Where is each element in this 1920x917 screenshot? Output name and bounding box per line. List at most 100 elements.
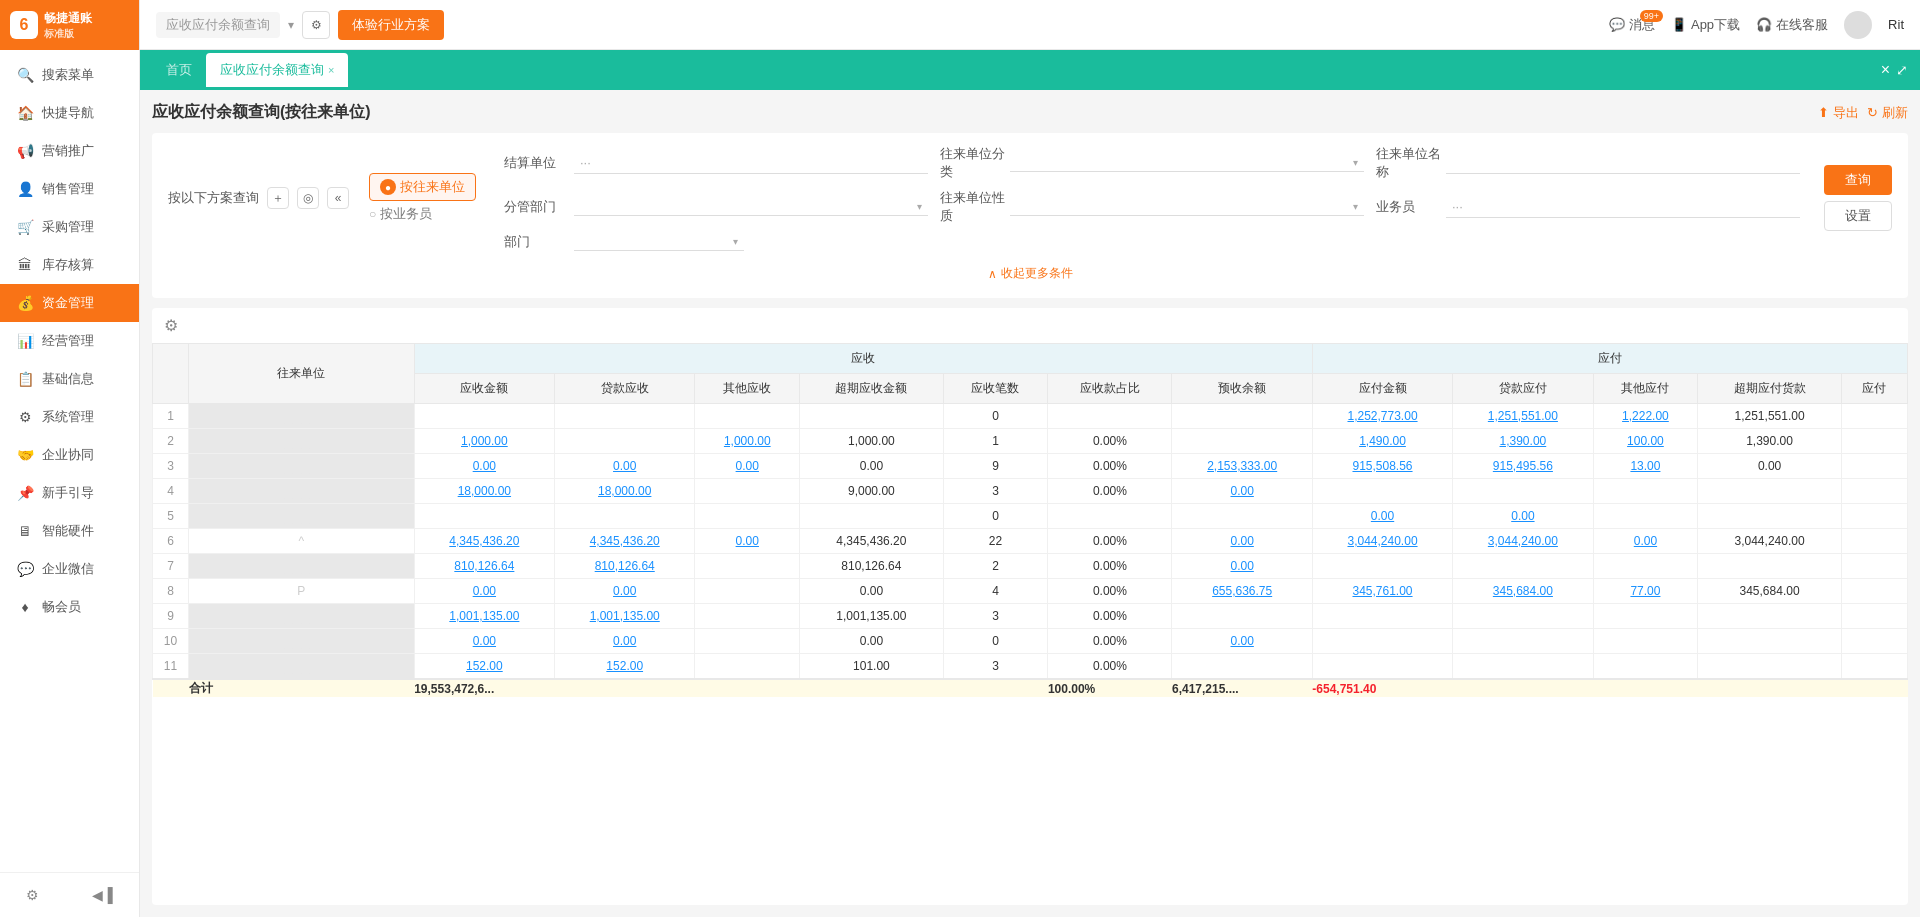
table-cell[interactable]: 655,636.75 — [1172, 579, 1312, 604]
table-cell[interactable]: 1,001,135.00 — [800, 604, 943, 629]
table-cell[interactable]: 3 — [943, 654, 1048, 680]
salesman-input[interactable]: ··· — [1446, 196, 1800, 218]
table-cell[interactable] — [414, 504, 554, 529]
table-cell[interactable]: 1 — [943, 429, 1048, 454]
table-cell[interactable]: 0.00 — [1593, 529, 1698, 554]
table-cell[interactable] — [1841, 629, 1907, 654]
table-cell[interactable]: 4,345,436.20 — [414, 529, 554, 554]
topbar-gear-btn[interactable]: ⚙ — [302, 11, 330, 39]
table-cell[interactable]: 0.00 — [1312, 504, 1452, 529]
tab-close-ar-ap[interactable]: × — [328, 64, 334, 76]
table-cell[interactable]: 0.00 — [695, 454, 800, 479]
tab-ar-ap[interactable]: 应收应付余额查询× — [206, 53, 348, 87]
sidebar-item-purchase[interactable]: 🛒采购管理 — [0, 208, 139, 246]
table-cell[interactable]: 0.00% — [1048, 629, 1172, 654]
filter-by-partner[interactable]: ● 按往来单位 — [369, 173, 476, 201]
table-cell[interactable]: 0.00% — [1048, 554, 1172, 579]
table-cell[interactable]: 3,044,240.00 — [1698, 529, 1841, 554]
table-cell[interactable]: 1,001,135.00 — [555, 604, 695, 629]
table-cell[interactable]: 2 — [943, 554, 1048, 579]
table-cell[interactable] — [1172, 504, 1312, 529]
table-cell[interactable]: 3,044,240.00 — [1453, 529, 1593, 554]
sidebar-item-basic[interactable]: 📋基础信息 — [0, 360, 139, 398]
table-cell[interactable]: 810,126.64 — [555, 554, 695, 579]
table-cell[interactable] — [695, 579, 800, 604]
table-cell[interactable]: 0 — [943, 404, 1048, 429]
table-cell[interactable] — [1698, 479, 1841, 504]
table-cell[interactable] — [1841, 504, 1907, 529]
table-cell[interactable] — [1593, 604, 1698, 629]
settle-input[interactable]: ··· — [574, 152, 928, 174]
solution-button[interactable]: 体验行业方案 — [338, 10, 444, 40]
table-cell[interactable] — [1841, 554, 1907, 579]
table-cell[interactable]: 3 — [943, 604, 1048, 629]
partner-name-input[interactable] — [1446, 152, 1800, 174]
refresh-button[interactable]: ↻ 刷新 — [1867, 104, 1908, 122]
tab-home[interactable]: 首页 — [152, 53, 206, 87]
table-cell[interactable]: 152.00 — [414, 654, 554, 680]
table-cell[interactable]: 0.00 — [555, 629, 695, 654]
table-cell[interactable] — [800, 404, 943, 429]
table-cell[interactable]: 0.00 — [800, 579, 943, 604]
table-cell[interactable]: 1,390.00 — [1453, 429, 1593, 454]
table-cell[interactable] — [695, 629, 800, 654]
table-cell[interactable] — [1698, 504, 1841, 529]
table-cell[interactable]: 77.00 — [1593, 579, 1698, 604]
table-cell[interactable]: 0.00% — [1048, 429, 1172, 454]
table-cell[interactable]: 915,508.56 — [1312, 454, 1452, 479]
table-cell[interactable] — [1453, 629, 1593, 654]
sidebar-item-hardware[interactable]: 🖥智能硬件 — [0, 512, 139, 550]
table-cell[interactable] — [800, 504, 943, 529]
table-cell[interactable]: 0.00 — [555, 579, 695, 604]
table-cell[interactable] — [1841, 454, 1907, 479]
table-cell[interactable]: 1,001,135.00 — [414, 604, 554, 629]
table-cell[interactable] — [1593, 479, 1698, 504]
table-cell[interactable] — [1841, 654, 1907, 680]
table-cell[interactable] — [1312, 629, 1452, 654]
table-cell[interactable] — [1698, 654, 1841, 680]
table-cell[interactable]: 3 — [943, 479, 1048, 504]
table-cell[interactable] — [695, 504, 800, 529]
table-cell[interactable] — [555, 504, 695, 529]
table-cell[interactable]: 1,390.00 — [1698, 429, 1841, 454]
table-cell[interactable]: 22 — [943, 529, 1048, 554]
table-cell[interactable]: 101.00 — [800, 654, 943, 680]
table-cell[interactable] — [1172, 404, 1312, 429]
table-cell[interactable]: 0.00 — [1172, 554, 1312, 579]
table-cell[interactable] — [1593, 654, 1698, 680]
sidebar-item-quick-nav[interactable]: 🏠快捷导航 — [0, 94, 139, 132]
sidebar-item-system[interactable]: ⚙系统管理 — [0, 398, 139, 436]
table-cell[interactable]: 4,345,436.20 — [800, 529, 943, 554]
sidebar-item-wechat[interactable]: 💬企业微信 — [0, 550, 139, 588]
table-cell[interactable]: 1,000.00 — [414, 429, 554, 454]
filter-collapse-btn[interactable]: « — [327, 187, 349, 209]
table-cell[interactable] — [695, 479, 800, 504]
table-cell[interactable] — [1312, 654, 1452, 680]
tabbar-expand-btn[interactable]: ⤢ — [1896, 62, 1908, 78]
online-service-btn[interactable]: 🎧 在线客服 — [1756, 16, 1828, 34]
table-cell[interactable]: 0.00% — [1048, 479, 1172, 504]
filter-settings-btn[interactable]: ◎ — [297, 187, 319, 209]
table-cell[interactable] — [555, 404, 695, 429]
sidebar-item-operation[interactable]: 📊经营管理 — [0, 322, 139, 360]
table-cell[interactable] — [1841, 579, 1907, 604]
table-cell[interactable] — [555, 429, 695, 454]
table-cell[interactable]: 1,251,551.00 — [1453, 404, 1593, 429]
table-cell[interactable]: 1,000.00 — [800, 429, 943, 454]
nature-select[interactable]: ▾ — [1010, 198, 1364, 216]
app-download-btn[interactable]: 📱 App下载 — [1671, 16, 1740, 34]
table-cell[interactable]: 0 — [943, 504, 1048, 529]
table-cell[interactable] — [1048, 404, 1172, 429]
table-cell[interactable] — [1698, 554, 1841, 579]
table-cell[interactable] — [1841, 604, 1907, 629]
table-cell[interactable] — [414, 404, 554, 429]
user-avatar[interactable] — [1844, 11, 1872, 39]
table-cell[interactable] — [1698, 629, 1841, 654]
table-cell[interactable] — [1841, 479, 1907, 504]
table-cell[interactable]: 0.00 — [695, 529, 800, 554]
table-cell[interactable]: 0.00 — [800, 454, 943, 479]
table-cell[interactable]: 0.00 — [414, 579, 554, 604]
table-cell[interactable]: 0.00 — [1453, 504, 1593, 529]
sidebar-item-guide[interactable]: 📌新手引导 — [0, 474, 139, 512]
table-cell[interactable]: 9,000.00 — [800, 479, 943, 504]
